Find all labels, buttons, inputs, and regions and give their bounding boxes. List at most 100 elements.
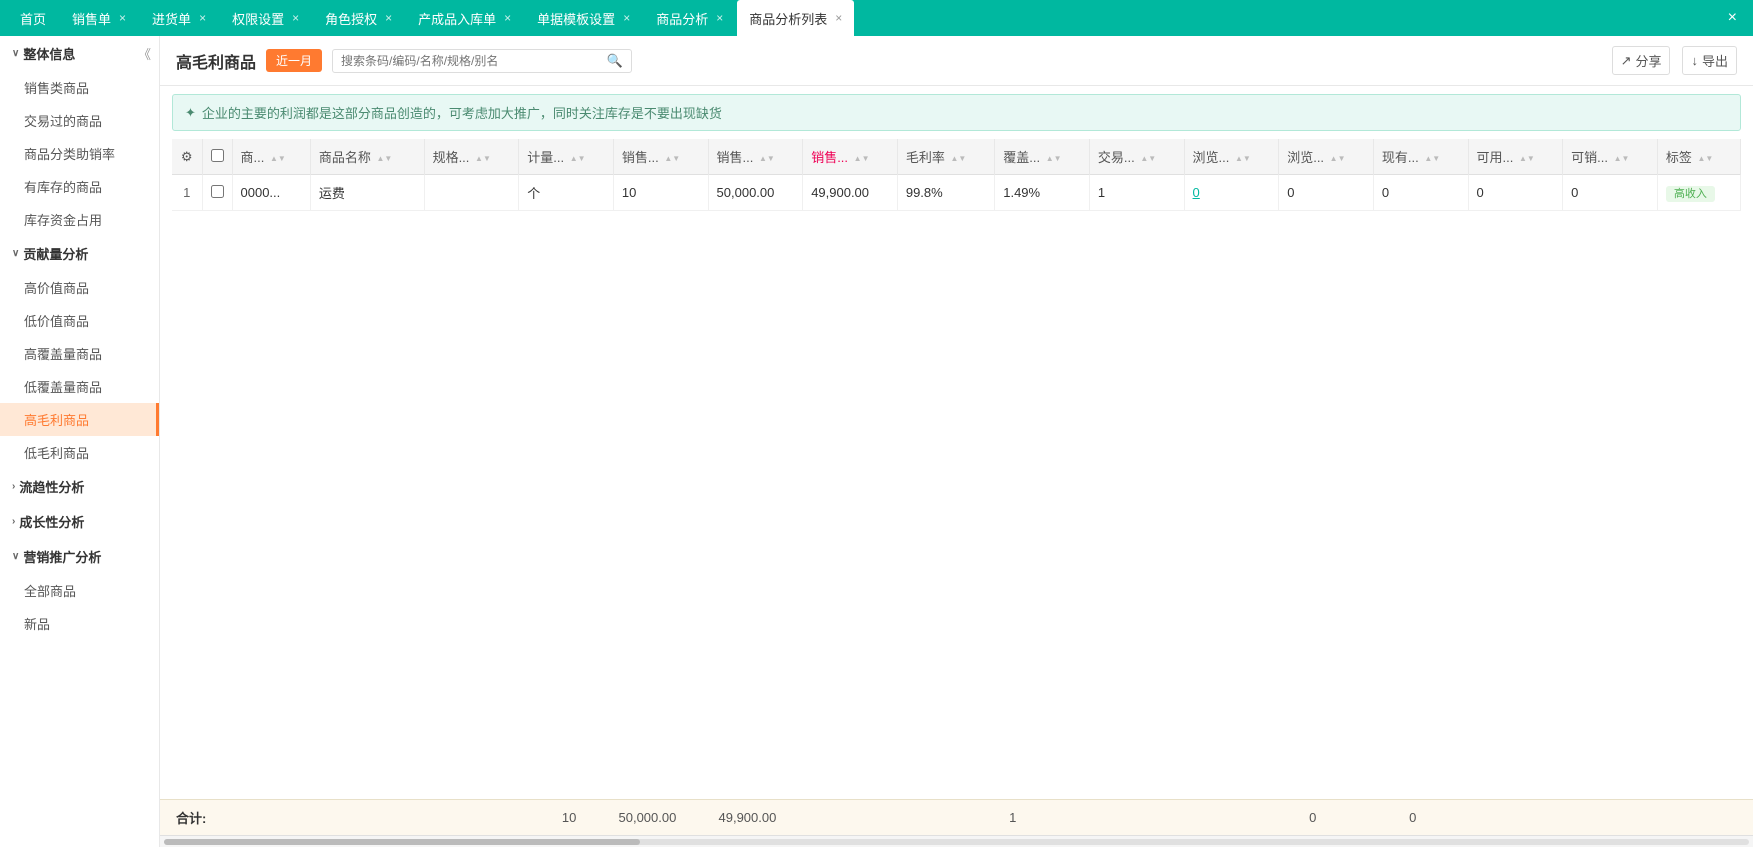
nav-purchase-order[interactable]: 进货单 × [140, 0, 218, 36]
nav-close-purchase-order[interactable]: × [199, 11, 206, 25]
col-available[interactable]: 可用... ▲▼ [1468, 139, 1563, 175]
sidebar-item-low-value[interactable]: 低价值商品 [0, 304, 159, 337]
col-tag[interactable]: 标签 ▲▼ [1657, 139, 1740, 175]
scroll-track[interactable] [164, 839, 1749, 845]
col-coverage[interactable]: 覆盖... ▲▼ [995, 139, 1090, 175]
col-sales-profit[interactable]: 销售... ▲▼ [803, 139, 898, 175]
row-browse2: 0 [1279, 175, 1374, 211]
col-sales-amount[interactable]: 销售... ▲▼ [708, 139, 803, 175]
filter-recent-month-button[interactable]: 近一月 [266, 49, 322, 72]
sort-icon-code[interactable]: ▲▼ [270, 155, 286, 163]
col-browse2[interactable]: 浏览... ▲▼ [1279, 139, 1374, 175]
nav-close-role-auth[interactable]: × [385, 11, 392, 25]
chevron-right-icon: › [12, 481, 15, 492]
col-current[interactable]: 现有... ▲▼ [1373, 139, 1468, 175]
sidebar-item-stock-capital[interactable]: 库存资金占用 [0, 203, 159, 236]
sidebar-item-traded-goods[interactable]: 交易过的商品 [0, 104, 159, 137]
nav-finished-goods[interactable]: 产成品入库单 × [406, 0, 523, 36]
table-row: 1 0000... 运费 个 10 50,000.00 49,900.00 99… [172, 175, 1741, 211]
row-browse1[interactable]: 0 [1184, 175, 1279, 211]
col-code[interactable]: 商... ▲▼ [232, 139, 310, 175]
sort-icon-gross-rate[interactable]: ▲▼ [950, 155, 966, 163]
sidebar-group-overall[interactable]: ∨ 整体信息 [0, 36, 159, 71]
sidebar-item-high-value[interactable]: 高价值商品 [0, 271, 159, 304]
sidebar-group-trend[interactable]: › 流趋性分析 [0, 469, 159, 504]
row-checkbox[interactable] [211, 185, 224, 198]
col-checkbox[interactable] [202, 139, 232, 175]
sort-icon-sales-qty[interactable]: ▲▼ [664, 155, 680, 163]
nav-sales-order[interactable]: 销售单 × [60, 0, 138, 36]
sidebar-group-contribution[interactable]: ∨ 贡献量分析 [0, 236, 159, 271]
info-message: 企业的主要的利润都是这部分商品创造的，可考虑加大推广，同时关注库存是不要出现缺货 [202, 103, 722, 122]
sort-icon-name[interactable]: ▲▼ [376, 155, 392, 163]
nav-close-finished-goods[interactable]: × [504, 11, 511, 25]
row-spec [424, 175, 519, 211]
sort-icon-current[interactable]: ▲▼ [1424, 155, 1440, 163]
sort-icon-tag[interactable]: ▲▼ [1697, 155, 1713, 163]
footer-sales-profit: 49,900.00 [696, 810, 776, 825]
info-icon: ✦ [185, 105, 196, 121]
col-unit[interactable]: 计量... ▲▼ [519, 139, 614, 175]
sidebar-collapse-button[interactable]: 《 [138, 44, 151, 63]
table-header-row: ⚙ 商... ▲▼ 商品名称 ▲▼ 规格... [172, 139, 1741, 175]
page-title: 高毛利商品 [176, 49, 256, 73]
sidebar-group-growth[interactable]: › 成长性分析 [0, 504, 159, 539]
sort-icon-sales-amount[interactable]: ▲▼ [759, 155, 775, 163]
col-browse1[interactable]: 浏览... ▲▼ [1184, 139, 1279, 175]
sidebar: 《 ∨ 整体信息 销售类商品 交易过的商品 商品分类助销率 有库存的商品 库存资… [0, 36, 160, 847]
sort-icon-browse2[interactable]: ▲▼ [1330, 155, 1346, 163]
nav-product-analysis[interactable]: 商品分析 × [644, 0, 735, 36]
sort-icon-spec[interactable]: ▲▼ [475, 155, 491, 163]
search-input[interactable] [341, 54, 601, 68]
row-saleable: 0 [1563, 175, 1658, 211]
select-all-checkbox[interactable] [211, 149, 224, 162]
col-spec[interactable]: 规格... ▲▼ [424, 139, 519, 175]
sidebar-item-all-goods[interactable]: 全部商品 [0, 574, 159, 607]
export-button[interactable]: ↓ 导出 [1682, 46, 1737, 75]
col-settings[interactable]: ⚙ [172, 139, 202, 175]
window-close-button[interactable]: × [1720, 9, 1745, 27]
sort-icon-browse1[interactable]: ▲▼ [1235, 155, 1251, 163]
nav-close-product-analysis[interactable]: × [716, 11, 723, 25]
nav-template-settings[interactable]: 单据模板设置 × [525, 0, 642, 36]
nav-role-auth[interactable]: 角色授权 × [313, 0, 404, 36]
sort-icon-transaction[interactable]: ▲▼ [1140, 155, 1156, 163]
scroll-thumb[interactable] [164, 839, 640, 845]
sidebar-item-low-margin[interactable]: 低毛利商品 [0, 436, 159, 469]
sidebar-item-high-coverage[interactable]: 高覆盖量商品 [0, 337, 159, 370]
row-current: 0 [1373, 175, 1468, 211]
col-gross-rate[interactable]: 毛利率 ▲▼ [897, 139, 994, 175]
nav-close-template[interactable]: × [623, 11, 630, 25]
sort-icon-unit[interactable]: ▲▼ [570, 155, 586, 163]
table-container[interactable]: ⚙ 商... ▲▼ 商品名称 ▲▼ 规格... [172, 139, 1741, 799]
sort-icon-sales-profit[interactable]: ▲▼ [854, 155, 870, 163]
sidebar-item-low-coverage[interactable]: 低覆盖量商品 [0, 370, 159, 403]
nav-close-permission[interactable]: × [292, 11, 299, 25]
sort-icon-coverage[interactable]: ▲▼ [1046, 155, 1062, 163]
nav-product-analysis-list[interactable]: 商品分析列表 × [737, 0, 854, 36]
sidebar-item-high-margin[interactable]: 高毛利商品 [0, 403, 159, 436]
sort-icon-available[interactable]: ▲▼ [1519, 155, 1535, 163]
col-name[interactable]: 商品名称 ▲▼ [310, 139, 424, 175]
chevron-down-icon-3: ∨ [12, 551, 19, 562]
sidebar-group-marketing[interactable]: ∨ 营销推广分析 [0, 539, 159, 574]
sidebar-item-category-rate[interactable]: 商品分类助销率 [0, 137, 159, 170]
col-sales-qty[interactable]: 销售... ▲▼ [613, 139, 708, 175]
nav-close-analysis-list[interactable]: × [835, 11, 842, 25]
sidebar-item-sales-goods[interactable]: 销售类商品 [0, 71, 159, 104]
col-saleable[interactable]: 可销... ▲▼ [1563, 139, 1658, 175]
sidebar-item-in-stock[interactable]: 有库存的商品 [0, 170, 159, 203]
search-icon[interactable]: 🔍 [607, 53, 623, 69]
nav-close-sales-order[interactable]: × [119, 11, 126, 25]
share-button[interactable]: ↗ 分享 [1612, 46, 1671, 75]
col-transaction[interactable]: 交易... ▲▼ [1089, 139, 1184, 175]
row-checkbox-cell[interactable] [202, 175, 232, 211]
footer-available: 0 [1336, 810, 1416, 825]
row-unit: 个 [519, 175, 614, 211]
sidebar-item-new-goods[interactable]: 新品 [0, 607, 159, 640]
row-coverage: 1.49% [995, 175, 1090, 211]
nav-home[interactable]: 首页 [8, 0, 58, 36]
horizontal-scrollbar[interactable] [160, 835, 1753, 847]
sort-icon-saleable[interactable]: ▲▼ [1614, 155, 1630, 163]
nav-permission-settings[interactable]: 权限设置 × [220, 0, 311, 36]
